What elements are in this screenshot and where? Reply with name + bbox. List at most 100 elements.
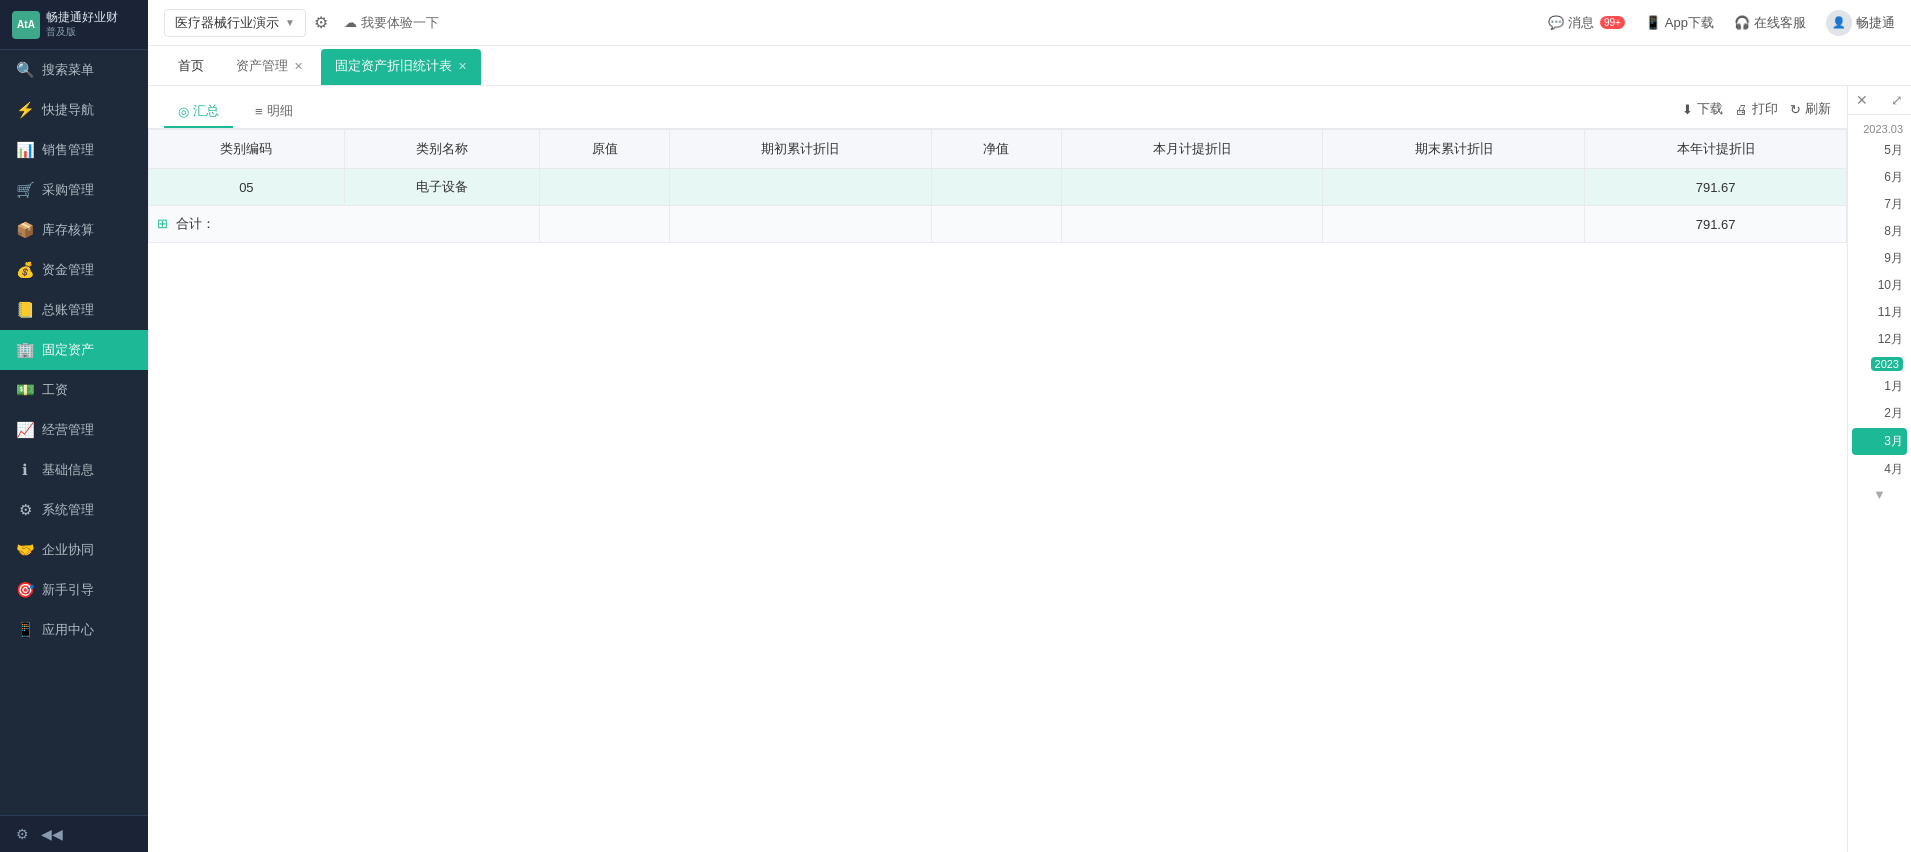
panel-expand-icon[interactable]: ⤢ — [1891, 92, 1903, 108]
sub-tab-summary-label: 汇总 — [193, 102, 219, 120]
sidebar-label-inventory: 库存核算 — [42, 221, 94, 239]
table-summary-row: ⊞ 合计： 791.67 — [149, 206, 1847, 243]
date-month-5[interactable]: 5月 — [1848, 137, 1911, 164]
sidebar-item-basic-info[interactable]: ℹ 基础信息 — [0, 450, 148, 490]
tab-fixed-asset-depreciation[interactable]: 固定资产折旧统计表 ✕ — [321, 49, 481, 85]
sidebar-item-cooperation[interactable]: 🤝 企业协同 — [0, 530, 148, 570]
date-month-4[interactable]: 4月 — [1848, 456, 1911, 483]
message-badge: 99+ — [1600, 16, 1625, 29]
cell-monthly — [1061, 169, 1323, 206]
sidebar-nav: 🔍 搜索菜单 ⚡ 快捷导航 📊 销售管理 🛒 采购管理 📦 库存核算 💰 资金管… — [0, 50, 148, 815]
summary-expand-icon[interactable]: ⊞ — [157, 216, 168, 231]
content-main: ◎ 汇总 ≡ 明细 ⬇ 下载 🖨 打印 — [148, 86, 1847, 852]
cell-net — [931, 169, 1061, 206]
sidebar-label-app-center: 应用中心 — [42, 621, 94, 639]
tab-asset-management[interactable]: 资产管理 ✕ — [222, 49, 317, 85]
date-month-8[interactable]: 8月 — [1848, 218, 1911, 245]
date-month-11[interactable]: 11月 — [1848, 299, 1911, 326]
quick-nav-icon: ⚡ — [16, 101, 34, 119]
company-selector[interactable]: 医疗器械行业演示 ▼ — [164, 9, 306, 37]
message-label: 消息 — [1568, 14, 1594, 32]
sidebar: AtA 畅捷通好业财 普及版 🔍 搜索菜单 ⚡ 快捷导航 📊 销售管理 🛒 采购… — [0, 0, 148, 852]
panel-close-icon[interactable]: ✕ — [1856, 92, 1868, 108]
refresh-icon: ↻ — [1790, 102, 1801, 117]
date-month-3-active[interactable]: 3月 — [1852, 428, 1907, 455]
sidebar-item-guide[interactable]: 🎯 新手引导 — [0, 570, 148, 610]
sidebar-collapse-icon[interactable]: ◀◀ — [41, 826, 63, 842]
company-name: 医疗器械行业演示 — [175, 14, 279, 32]
refresh-button[interactable]: ↻ 刷新 — [1790, 100, 1831, 118]
download-icon: ⬇ — [1682, 102, 1693, 117]
experience-button[interactable]: ☁ 我要体验一下 — [344, 14, 443, 32]
tab-home[interactable]: 首页 — [164, 49, 218, 85]
date-month-6[interactable]: 6月 — [1848, 164, 1911, 191]
table-row[interactable]: 05 电子设备 791.67 — [149, 169, 1847, 206]
capital-icon: 💰 — [16, 261, 34, 279]
sidebar-item-app-center[interactable]: 📱 应用中心 — [0, 610, 148, 650]
download-button[interactable]: ⬇ 下载 — [1682, 100, 1723, 118]
sidebar-item-system[interactable]: ⚙ 系统管理 — [0, 490, 148, 530]
sub-tab-summary[interactable]: ◎ 汇总 — [164, 96, 233, 128]
sidebar-label-purchase: 采购管理 — [42, 181, 94, 199]
sidebar-label-system: 系统管理 — [42, 501, 94, 519]
table-container: 类别编码 类别名称 原值 期初累计折旧 净值 本月计提折旧 期末累计折旧 本年计… — [148, 129, 1847, 852]
sidebar-label-fixed-asset: 固定资产 — [42, 341, 94, 359]
sidebar-label-ledger: 总账管理 — [42, 301, 94, 319]
date-month-10[interactable]: 10月 — [1848, 272, 1911, 299]
col-header-annual: 本年计提折旧 — [1585, 130, 1847, 169]
col-header-end: 期末累计折旧 — [1323, 130, 1585, 169]
depreciation-table: 类别编码 类别名称 原值 期初累计折旧 净值 本月计提折旧 期末累计折旧 本年计… — [148, 129, 1847, 243]
sidebar-item-quick-nav[interactable]: ⚡ 快捷导航 — [0, 90, 148, 130]
user-profile[interactable]: 👤 畅捷通 — [1826, 10, 1895, 36]
sidebar-item-salary[interactable]: 💵 工资 — [0, 370, 148, 410]
sidebar-item-capital[interactable]: 💰 资金管理 — [0, 250, 148, 290]
sidebar-item-sales[interactable]: 📊 销售管理 — [0, 130, 148, 170]
col-header-initial: 期初累计折旧 — [670, 130, 932, 169]
sidebar-label-guide: 新手引导 — [42, 581, 94, 599]
sidebar-item-ledger[interactable]: 📒 总账管理 — [0, 290, 148, 330]
sidebar-item-management[interactable]: 📈 经营管理 — [0, 410, 148, 450]
search-icon: 🔍 — [16, 61, 34, 79]
online-service-action[interactable]: 🎧 在线客服 — [1734, 14, 1806, 32]
year-2023-badge[interactable]: 2023 — [1871, 357, 1903, 371]
date-month-12[interactable]: 12月 — [1848, 326, 1911, 353]
sidebar-settings-icon[interactable]: ⚙ — [16, 826, 29, 842]
cell-original — [540, 169, 670, 206]
download-label: 下载 — [1697, 100, 1723, 118]
app-center-icon: 📱 — [16, 621, 34, 639]
header-settings-icon[interactable]: ⚙ — [314, 13, 328, 32]
sidebar-item-fixed-asset[interactable]: 🏢 固定资产 — [0, 330, 148, 370]
app-version: 普及版 — [46, 25, 118, 39]
col-header-net: 净值 — [931, 130, 1061, 169]
app-download-action[interactable]: 📱 App下载 — [1645, 14, 1714, 32]
date-month-1[interactable]: 1月 — [1848, 373, 1911, 400]
sidebar-item-search[interactable]: 🔍 搜索菜单 — [0, 50, 148, 90]
sidebar-item-inventory[interactable]: 📦 库存核算 — [0, 210, 148, 250]
app-logo: AtA 畅捷通好业财 普及版 — [0, 0, 148, 50]
message-action[interactable]: 💬 消息 99+ — [1548, 14, 1625, 32]
print-button[interactable]: 🖨 打印 — [1735, 100, 1778, 118]
tab-depreciation-label: 固定资产折旧统计表 — [335, 57, 452, 75]
scroll-down-icon[interactable]: ▼ — [1848, 483, 1911, 506]
tab-depreciation-close-icon[interactable]: ✕ — [458, 60, 467, 73]
summary-icon: ◎ — [178, 104, 189, 119]
cell-initial — [670, 169, 932, 206]
avatar: 👤 — [1826, 10, 1852, 36]
sub-tab-detail[interactable]: ≡ 明细 — [241, 96, 307, 128]
detail-icon: ≡ — [255, 104, 263, 119]
print-label: 打印 — [1752, 100, 1778, 118]
cloud-icon: ☁ — [344, 15, 357, 30]
management-icon: 📈 — [16, 421, 34, 439]
sidebar-bottom: ⚙ ◀◀ — [0, 815, 148, 852]
inventory-icon: 📦 — [16, 221, 34, 239]
experience-label: 我要体验一下 — [361, 14, 439, 32]
salary-icon: 💵 — [16, 381, 34, 399]
cell-name: 电子设备 — [344, 169, 540, 206]
date-month-7[interactable]: 7月 — [1848, 191, 1911, 218]
table-body: 05 电子设备 791.67 ⊞ 合计： — [149, 169, 1847, 243]
sidebar-item-purchase[interactable]: 🛒 采购管理 — [0, 170, 148, 210]
system-icon: ⚙ — [16, 501, 34, 519]
date-month-2[interactable]: 2月 — [1848, 400, 1911, 427]
date-month-9[interactable]: 9月 — [1848, 245, 1911, 272]
tab-asset-close-icon[interactable]: ✕ — [294, 60, 303, 73]
